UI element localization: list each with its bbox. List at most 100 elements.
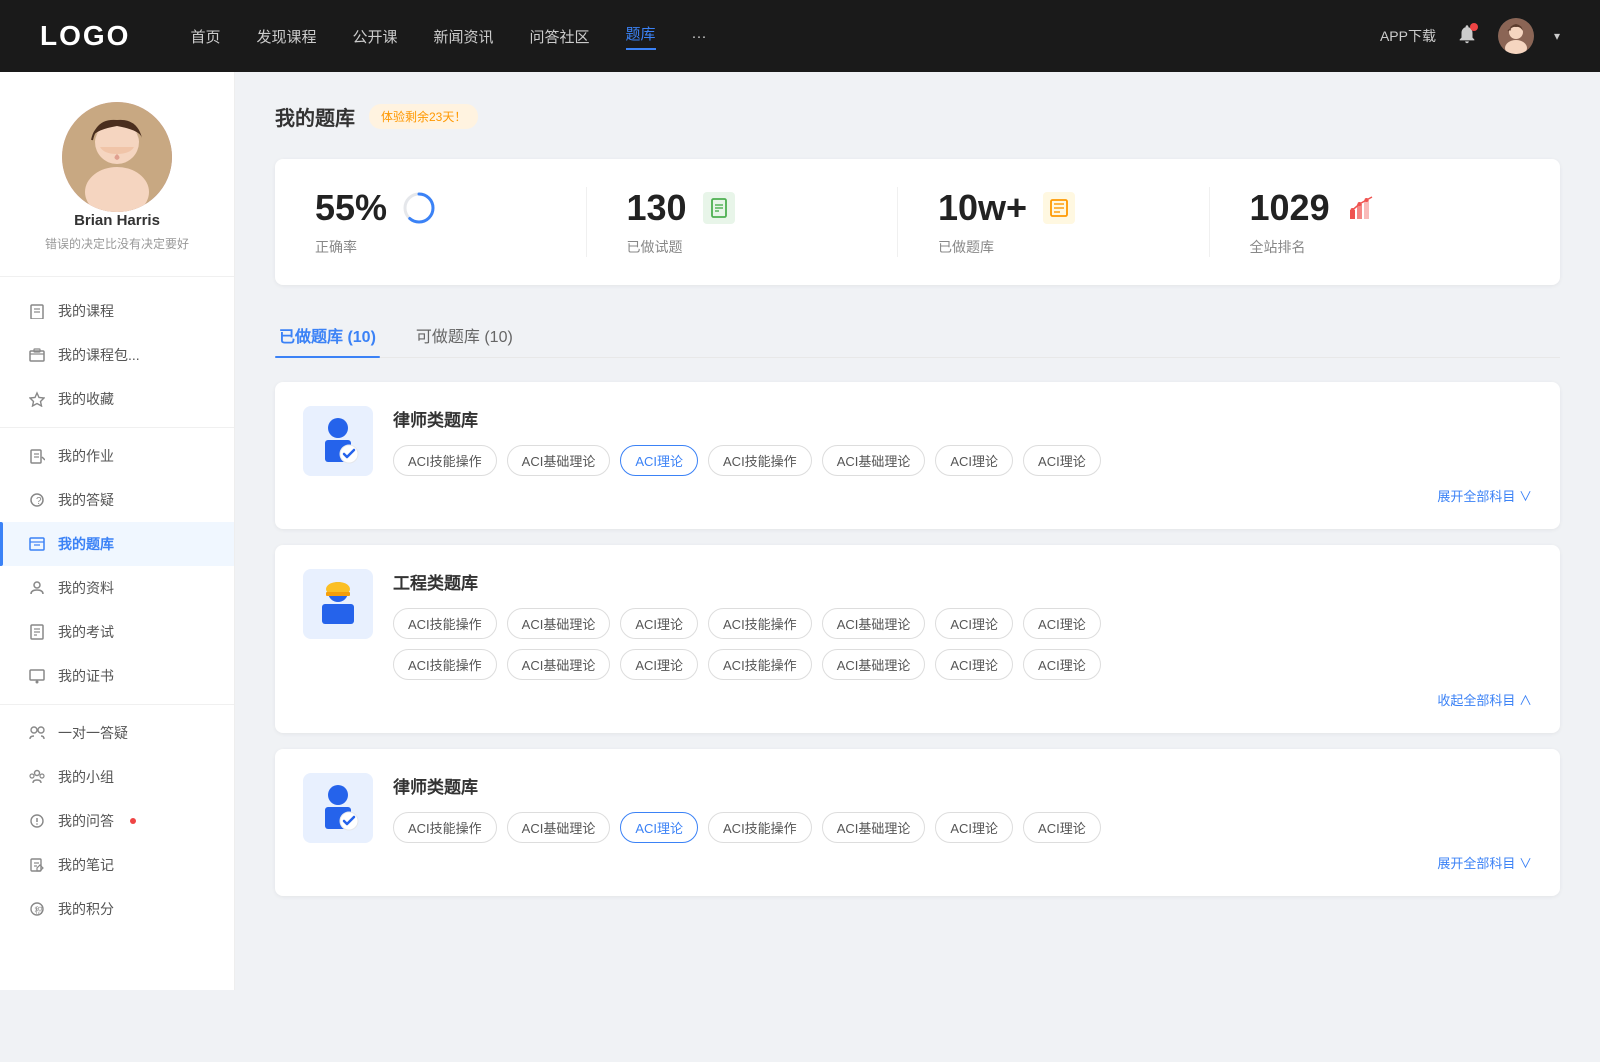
stat-correct-rate-value: 55% — [315, 187, 387, 229]
sidebar-item-note[interactable]: 我的笔记 — [0, 843, 234, 887]
svg-text:?: ? — [36, 496, 42, 507]
tag[interactable]: ACI理论 — [935, 445, 1013, 476]
nav-item-news[interactable]: 新闻资讯 — [434, 26, 494, 47]
stat-questions-done-label: 已做试题 — [627, 237, 898, 257]
tag[interactable]: ACI技能操作 — [708, 649, 812, 680]
tag[interactable]: ACI基础理论 — [507, 812, 611, 843]
tag[interactable]: ACI基础理论 — [507, 608, 611, 639]
qbank-footer-lawyer-2: 展开全部科目 ∨ — [303, 853, 1532, 872]
sidebar-item-cert[interactable]: 我的证书 — [0, 654, 234, 698]
tag[interactable]: ACI基础理论 — [822, 608, 926, 639]
qbank-tags-lawyer-1: ACI技能操作 ACI基础理论 ACI理论 ACI技能操作 ACI基础理论 AC… — [393, 445, 1532, 476]
tag[interactable]: ACI技能操作 — [393, 812, 497, 843]
sidebar-item-note-label: 我的笔记 — [58, 855, 114, 875]
tag[interactable]: ACI理论 — [620, 649, 698, 680]
avatar — [62, 102, 172, 212]
tag[interactable]: ACI理论 — [1023, 608, 1101, 639]
tag[interactable]: ACI技能操作 — [393, 445, 497, 476]
expand-button-lawyer-2[interactable]: 展开全部科目 ∨ — [1437, 853, 1532, 872]
stat-ranking: 1029 — [1209, 187, 1521, 257]
course-icon — [28, 302, 46, 320]
tag[interactable]: ACI技能操作 — [708, 812, 812, 843]
qbank-card-lawyer-1: 律师类题库 ACI技能操作 ACI基础理论 ACI理论 ACI技能操作 ACI基… — [275, 382, 1560, 529]
tag[interactable]: ACI理论 — [935, 649, 1013, 680]
cert-icon — [28, 667, 46, 685]
expand-button-lawyer-1[interactable]: 展开全部科目 ∨ — [1437, 486, 1532, 505]
qbank-icon — [28, 535, 46, 553]
qbank-tags-engineer-row2: ACI技能操作 ACI基础理论 ACI理论 ACI技能操作 ACI基础理论 AC… — [393, 649, 1532, 680]
sidebar-item-exam[interactable]: 我的考试 — [0, 610, 234, 654]
tag-selected[interactable]: ACI理论 — [620, 812, 698, 843]
list-icon — [1041, 190, 1077, 226]
sidebar-item-group[interactable]: 我的小组 — [0, 755, 234, 799]
notification-bell[interactable] — [1456, 23, 1478, 50]
tab-done[interactable]: 已做题库 (10) — [275, 313, 380, 357]
svg-text:积: 积 — [35, 905, 43, 915]
qbank-info-lawyer-1: 律师类题库 ACI技能操作 ACI基础理论 ACI理论 ACI技能操作 ACI基… — [393, 406, 1532, 476]
sidebar-motto: 错误的决定比没有决定要好 — [45, 235, 189, 252]
nav-item-discover[interactable]: 发现课程 — [256, 26, 316, 47]
sidebar-item-exam-label: 我的考试 — [58, 622, 114, 642]
sidebar-item-favorites-label: 我的收藏 — [58, 389, 114, 409]
tag[interactable]: ACI理论 — [1023, 812, 1101, 843]
sidebar-item-package-label: 我的课程包... — [58, 345, 140, 365]
sidebar-item-oneone-label: 一对一答疑 — [58, 723, 128, 743]
tag[interactable]: ACI技能操作 — [708, 608, 812, 639]
sidebar-item-oneone[interactable]: 一对一答疑 — [0, 711, 234, 755]
tag[interactable]: ACI技能操作 — [708, 445, 812, 476]
qbank-tags-lawyer-2: ACI技能操作 ACI基础理论 ACI理论 ACI技能操作 ACI基础理论 AC… — [393, 812, 1532, 843]
tag[interactable]: ACI基础理论 — [507, 445, 611, 476]
sidebar-menu: 我的课程 我的课程包... 我的收藏 我的作业 — [0, 277, 234, 943]
stat-correct-rate: 55% 正确率 — [315, 187, 586, 257]
sidebar-item-package[interactable]: 我的课程包... — [0, 333, 234, 377]
tag[interactable]: ACI基础理论 — [822, 445, 926, 476]
sidebar-item-myqa[interactable]: 我的问答 — [0, 799, 234, 843]
data-icon — [28, 579, 46, 597]
sidebar-item-favorites[interactable]: 我的收藏 — [0, 377, 234, 421]
user-menu-chevron[interactable]: ▾ — [1554, 29, 1560, 43]
tab-available[interactable]: 可做题库 (10) — [412, 313, 517, 357]
group-icon — [28, 768, 46, 786]
qbank-footer-lawyer-1: 展开全部科目 ∨ — [303, 486, 1532, 505]
sidebar-username: Brian Harris — [74, 212, 160, 229]
qbank-card-engineer: 工程类题库 ACI技能操作 ACI基础理论 ACI理论 ACI技能操作 ACI基… — [275, 545, 1560, 733]
oneone-icon — [28, 724, 46, 742]
tag[interactable]: ACI理论 — [935, 812, 1013, 843]
sidebar-item-course-label: 我的课程 — [58, 301, 114, 321]
app-download-button[interactable]: APP下载 — [1380, 26, 1436, 46]
nav-item-qa[interactable]: 问答社区 — [530, 26, 590, 47]
user-avatar[interactable] — [1498, 18, 1534, 54]
expand-button-engineer[interactable]: 收起全部科目 ∧ — [1437, 690, 1532, 709]
tag[interactable]: ACI理论 — [935, 608, 1013, 639]
sidebar-item-homework[interactable]: 我的作业 — [0, 434, 234, 478]
qbank-icon-engineer — [303, 569, 373, 639]
sidebar-item-course[interactable]: 我的课程 — [0, 289, 234, 333]
sidebar-item-myqa-label: 我的问答 — [58, 811, 114, 831]
nav-item-more[interactable]: ··· — [692, 28, 707, 45]
sidebar-item-answering[interactable]: ? 我的答疑 — [0, 478, 234, 522]
qbank-card-lawyer-2: 律师类题库 ACI技能操作 ACI基础理论 ACI理论 ACI技能操作 ACI基… — [275, 749, 1560, 896]
sidebar-item-profile[interactable]: 我的资料 — [0, 566, 234, 610]
tag[interactable]: ACI理论 — [1023, 649, 1101, 680]
tag[interactable]: ACI技能操作 — [393, 649, 497, 680]
qbank-tags-engineer-row1: ACI技能操作 ACI基础理论 ACI理论 ACI技能操作 ACI基础理论 AC… — [393, 608, 1532, 639]
nav-item-qbank[interactable]: 题库 — [626, 23, 656, 50]
tag[interactable]: ACI技能操作 — [393, 608, 497, 639]
tag[interactable]: ACI基础理论 — [822, 812, 926, 843]
tag-selected[interactable]: ACI理论 — [620, 445, 698, 476]
sidebar-item-points[interactable]: 积 我的积分 — [0, 887, 234, 931]
sidebar-item-points-label: 我的积分 — [58, 899, 114, 919]
sidebar-item-qbank[interactable]: 我的题库 — [0, 522, 234, 566]
tag[interactable]: ACI基础理论 — [822, 649, 926, 680]
nav-item-open[interactable]: 公开课 — [352, 26, 397, 47]
nav-item-home[interactable]: 首页 — [190, 26, 220, 47]
sidebar-profile: Brian Harris 错误的决定比没有决定要好 — [0, 102, 234, 277]
page-header: 我的题库 体验剩余23天！ — [275, 102, 1560, 131]
note-icon — [28, 856, 46, 874]
tag[interactable]: ACI理论 — [1023, 445, 1101, 476]
tag[interactable]: ACI理论 — [620, 608, 698, 639]
stat-banks-done: 10w+ 已做题库 — [897, 187, 1209, 257]
nav-items: 首页 发现课程 公开课 新闻资讯 问答社区 题库 ··· — [190, 23, 1340, 50]
tag[interactable]: ACI基础理论 — [507, 649, 611, 680]
stat-questions-done-value: 130 — [627, 187, 687, 229]
